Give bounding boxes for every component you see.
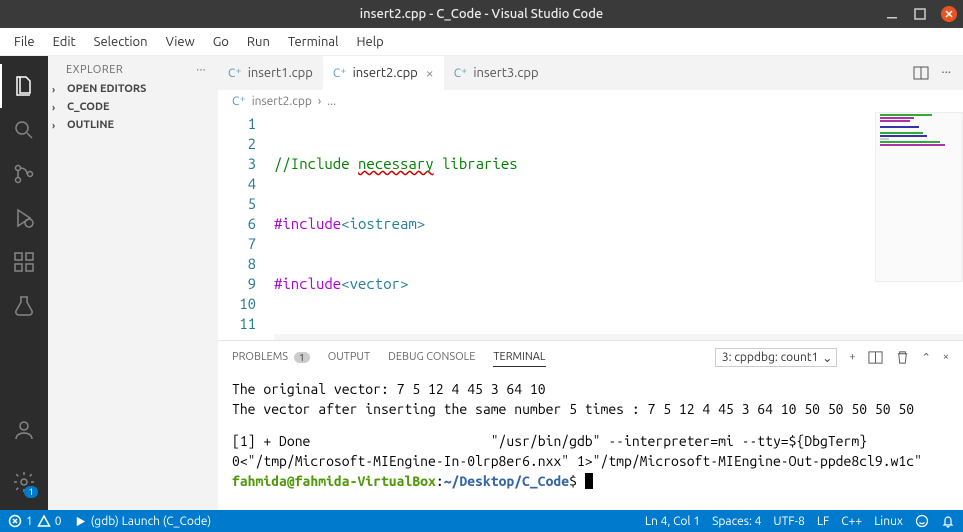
panel-tab-terminal[interactable]: TERMINAL	[493, 351, 545, 367]
cpp-file-icon: C⁺	[232, 94, 246, 108]
chevron-right-icon: ›	[52, 102, 64, 113]
activity-bar: 1	[0, 56, 48, 510]
status-lang[interactable]: C++	[841, 515, 862, 528]
window-title: insert2.cpp - C_Code - Visual Studio Cod…	[360, 7, 603, 21]
sidebar-section-outline[interactable]: ›OUTLINE	[48, 116, 218, 134]
line-gutter: 1234567891011	[218, 112, 274, 340]
editor-area: C⁺insert1.cpp C⁺insert2.cpp× C⁺insert3.c…	[218, 56, 963, 510]
close-button[interactable]	[941, 6, 957, 22]
status-spaces[interactable]: Spaces: 4	[712, 515, 761, 528]
status-eol[interactable]: LF	[817, 515, 829, 528]
titlebar: insert2.cpp - C_Code - Visual Studio Cod…	[0, 0, 963, 28]
explorer-icon[interactable]	[0, 64, 48, 108]
minimap[interactable]	[875, 112, 963, 282]
sidebar-section-open-editors[interactable]: ›OPEN EDITORS	[48, 80, 218, 98]
panel-tab-debug[interactable]: DEBUG CONSOLE	[388, 351, 475, 363]
chevron-right-icon: ›	[318, 95, 321, 108]
sidebar-section-project[interactable]: ›C_CODE	[48, 98, 218, 116]
chevron-right-icon: ›	[52, 84, 64, 95]
cpp-file-icon: C⁺	[228, 66, 242, 80]
notifications-icon[interactable]	[941, 514, 955, 528]
tab-insert1[interactable]: C⁺ insert1.cpp	[218, 56, 323, 90]
chevron-right-icon: ›	[52, 120, 64, 131]
tab-label: insert2.cpp	[353, 66, 418, 80]
terminal-line: The vector after inserting the same numb…	[232, 399, 949, 419]
sidebar-item-label: C_CODE	[67, 101, 110, 113]
more-actions-icon[interactable]: ···	[941, 65, 951, 81]
breadcrumb-file: insert2.cpp	[252, 95, 312, 108]
sidebar-item-label: OUTLINE	[67, 119, 114, 131]
sidebar-more-icon[interactable]: ···	[196, 64, 206, 76]
feedback-icon[interactable]	[915, 514, 929, 528]
panel-tab-problems[interactable]: PROBLEMS1	[232, 351, 310, 363]
menu-terminal[interactable]: Terminal	[280, 31, 347, 53]
terminal-body[interactable]: The original vector: 7 5 12 4 45 3 64 10…	[218, 373, 963, 510]
menu-view[interactable]: View	[158, 31, 203, 53]
status-errors[interactable]: 1 0	[8, 514, 62, 528]
sidebar: EXPLORER ··· ›OPEN EDITORS ›C_CODE ›OUTL…	[48, 56, 218, 510]
maximize-button[interactable]	[913, 7, 927, 21]
editor-tabs: C⁺ insert1.cpp C⁺ insert2.cpp × C⁺ insert3.c…	[218, 56, 963, 90]
chevron-down-icon: ⌄	[822, 351, 832, 365]
code-content[interactable]: //Include necessary libraries #include<i…	[274, 112, 963, 340]
menu-edit[interactable]: Edit	[45, 31, 84, 53]
tab-label: insert3.cpp	[473, 66, 538, 80]
menu-run[interactable]: Run	[239, 31, 278, 53]
breadcrumb-more: ...	[327, 95, 336, 108]
breadcrumb[interactable]: C⁺ insert2.cpp › ...	[218, 90, 963, 112]
search-icon[interactable]	[0, 108, 48, 152]
settings-icon[interactable]: 1	[0, 460, 48, 504]
run-debug-icon[interactable]	[0, 196, 48, 240]
tab-insert3[interactable]: C⁺ insert3.cpp	[444, 56, 549, 90]
problems-badge: 1	[294, 352, 310, 363]
terminal-line: [1] + Done "/usr/bin/gdb" --interpreter=…	[232, 431, 949, 471]
tab-label: insert1.cpp	[248, 66, 313, 80]
cursor: _	[585, 473, 593, 489]
testing-icon[interactable]	[0, 284, 48, 328]
status-os[interactable]: Linux	[874, 515, 903, 528]
source-control-icon[interactable]	[0, 152, 48, 196]
menu-go[interactable]: Go	[205, 31, 237, 53]
status-lncol[interactable]: Ln 4, Col 1	[645, 515, 700, 528]
terminal-line: The original vector: 7 5 12 4 45 3 64 10	[232, 379, 949, 399]
settings-badge: 1	[24, 486, 38, 498]
statusbar: 1 0 (gdb) Launch (C_Code) Ln 4, Col 1 Sp…	[0, 510, 963, 532]
split-terminal-icon[interactable]	[868, 350, 883, 365]
new-terminal-icon[interactable]: +	[849, 351, 855, 363]
cpp-file-icon: C⁺	[454, 66, 468, 80]
tab-close-icon[interactable]: ×	[426, 65, 434, 81]
menu-selection[interactable]: Selection	[86, 31, 156, 53]
bottom-panel: PROBLEMS1 OUTPUT DEBUG CONSOLE TERMINAL …	[218, 340, 963, 510]
cpp-file-icon: C⁺	[333, 66, 347, 80]
panel-tab-output[interactable]: OUTPUT	[328, 351, 370, 363]
split-editor-icon[interactable]	[913, 65, 929, 81]
code-editor[interactable]: 1234567891011 //Include necessary librar…	[218, 112, 963, 340]
extensions-icon[interactable]	[0, 240, 48, 284]
menu-file[interactable]: File	[6, 31, 43, 53]
maximize-panel-icon[interactable]: ⌃	[922, 351, 931, 364]
sidebar-title: EXPLORER	[66, 64, 123, 76]
accounts-icon[interactable]	[0, 408, 48, 452]
terminal-selector[interactable]: 3: cppdbg: count1 ⌄	[715, 348, 837, 367]
sidebar-item-label: OPEN EDITORS	[67, 83, 146, 95]
kill-terminal-icon[interactable]	[895, 350, 910, 365]
menubar: File Edit Selection View Go Run Terminal…	[0, 28, 963, 56]
status-encoding[interactable]: UTF-8	[773, 515, 804, 528]
tab-insert2[interactable]: C⁺ insert2.cpp ×	[323, 56, 444, 90]
menu-help[interactable]: Help	[348, 31, 391, 53]
minimize-button[interactable]	[885, 7, 899, 21]
status-launch[interactable]: (gdb) Launch (C_Code)	[74, 515, 212, 528]
terminal-prompt: fahmida@fahmida-VirtualBox:~/Desktop/C_C…	[232, 471, 949, 491]
close-panel-icon[interactable]: ×	[943, 351, 949, 363]
